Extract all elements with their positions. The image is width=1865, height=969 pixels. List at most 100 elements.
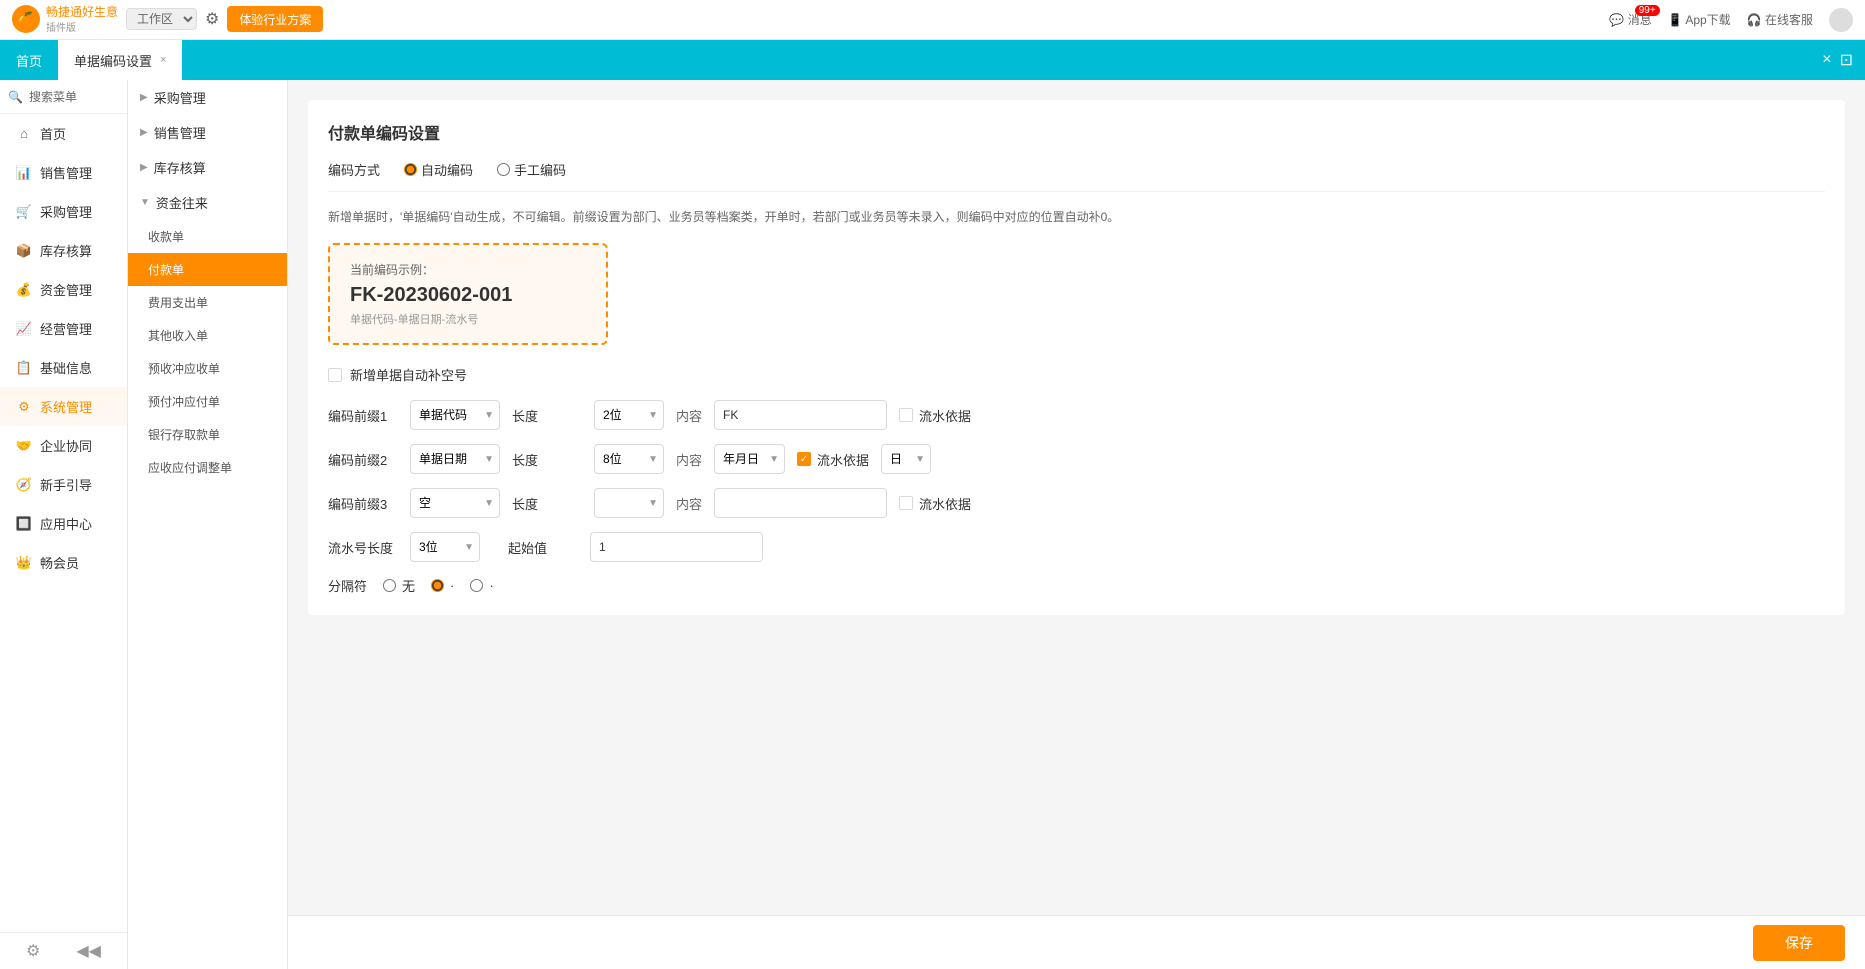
- sidebar-item-member[interactable]: 👑 畅会员: [0, 543, 127, 582]
- nav-tab-actions: × ⊡: [1822, 50, 1865, 70]
- sidebar-item-inventory[interactable]: 📦 库存核算: [0, 231, 127, 270]
- sidebar-item-purchase[interactable]: 🛒 采购管理: [0, 192, 127, 231]
- logo-text: 畅捷通好生意 插件版: [46, 5, 118, 34]
- settings-footer-button[interactable]: ⚙: [26, 941, 40, 961]
- message-button[interactable]: 💬 消息 99+: [1609, 11, 1651, 28]
- home-icon: ⌂: [16, 126, 32, 142]
- encoding-method-row: 编码方式 自动编码 手工编码: [328, 160, 1825, 192]
- serial1-checkbox-box[interactable]: [899, 408, 913, 422]
- chevron-sales: ▶: [140, 127, 148, 138]
- content2-select[interactable]: 年月日 年月 年: [714, 444, 785, 474]
- app-download-button[interactable]: 📱 App下载: [1668, 11, 1731, 28]
- sep-dot-radio[interactable]: ·: [470, 578, 493, 593]
- serial3-checkbox-box[interactable]: [899, 496, 913, 510]
- logo: 🍊 畅捷通好生意 插件版: [12, 5, 118, 34]
- auto-fill-checkbox[interactable]: [328, 368, 342, 382]
- menu-item-prepay-receive[interactable]: 预收冲应收单: [128, 352, 287, 385]
- menu-item-bank-deposit[interactable]: 银行存取款单: [128, 418, 287, 451]
- left-sidebar: 🔍 搜索菜单 ⌂ 首页 📊 销售管理 🛒 采购管理 📦 库存核算 💰 资金管理 …: [0, 80, 128, 969]
- finance-icon: 💰: [16, 282, 32, 298]
- sidebar-item-operation[interactable]: 📈 经营管理: [0, 309, 127, 348]
- separator-row: 分隔符 无 · ·: [328, 576, 1825, 595]
- menu-item-payable-adjust[interactable]: 应收应付调整单: [128, 451, 287, 484]
- user-avatar[interactable]: [1829, 8, 1853, 32]
- serial2-period-wrapper: 日 月 年 ▼: [881, 444, 931, 474]
- prefix3-row: 编码前缀3 单据代码 单据日期 空 部门 业务员 ▼ 长度: [328, 488, 1825, 518]
- length3-select[interactable]: [594, 488, 664, 518]
- logo-icon: 🍊: [12, 5, 40, 33]
- menu-item-prepay-pay[interactable]: 预付冲应付单: [128, 385, 287, 418]
- preview-value: FK-20230602-001: [350, 284, 586, 307]
- serial1-checkbox[interactable]: 流水依据: [899, 406, 971, 425]
- save-button[interactable]: 保存: [1753, 925, 1845, 961]
- page-title: 付款单编码设置: [328, 120, 1825, 144]
- sidebar-item-finance[interactable]: 💰 资金管理: [0, 270, 127, 309]
- menu-group-warehouse-title[interactable]: ▶ 库存核算: [128, 150, 287, 185]
- serial2-checkbox[interactable]: ✓ 流水依据: [797, 450, 869, 469]
- content1-input[interactable]: [714, 400, 887, 430]
- member-icon: 👑: [16, 555, 32, 571]
- settings-icon[interactable]: ⚙: [205, 9, 219, 29]
- prefix1-select[interactable]: 单据代码 单据日期 空 部门 业务员: [410, 400, 500, 430]
- tab-close-icon[interactable]: ×: [160, 54, 166, 66]
- manual-encode-radio[interactable]: 手工编码: [497, 160, 566, 179]
- sidebar-item-sales[interactable]: 📊 销售管理: [0, 153, 127, 192]
- menu-group-warehouse: ▶ 库存核算: [128, 150, 287, 185]
- menu-group-sales: ▶ 销售管理: [128, 115, 287, 150]
- serial-length-select[interactable]: 3位 4位 5位 6位: [410, 532, 480, 562]
- menu-item-payment[interactable]: 付款单: [128, 253, 287, 286]
- sidebar-item-basic[interactable]: 📋 基础信息: [0, 348, 127, 387]
- length1-select-wrapper: 2位 4位 6位 ▼: [594, 400, 664, 430]
- window-maximize-button[interactable]: ⊡: [1840, 50, 1853, 70]
- basic-icon: 📋: [16, 360, 32, 376]
- content3-input[interactable]: [714, 488, 887, 518]
- chevron-purchase: ▶: [140, 92, 148, 103]
- menu-item-other-income[interactable]: 其他收入单: [128, 319, 287, 352]
- collapse-button[interactable]: ◀◀: [76, 941, 101, 961]
- menu-group-capital-title[interactable]: ▼ 资金往来: [128, 185, 287, 220]
- workspace-select[interactable]: 工作区: [126, 8, 197, 30]
- prefix2-row: 编码前缀2 单据代码 单据日期 空 部门 业务员 ▼ 长度: [328, 444, 1825, 474]
- menu-group-purchase-title[interactable]: ▶ 采购管理: [128, 80, 287, 115]
- length3-select-wrapper: ▼: [594, 488, 664, 518]
- tab-setting[interactable]: 单据编码设置 ×: [58, 40, 182, 80]
- prefix2-select[interactable]: 单据代码 单据日期 空 部门 业务员: [410, 444, 500, 474]
- start-value-input[interactable]: [590, 532, 763, 562]
- length1-select[interactable]: 2位 4位 6位: [594, 400, 664, 430]
- menu-item-expense[interactable]: 费用支出单: [128, 286, 287, 319]
- prefix3-select[interactable]: 单据代码 单据日期 空 部门 业务员: [410, 488, 500, 518]
- length2-select[interactable]: 8位 6位 4位: [594, 444, 664, 474]
- menu-item-receipt[interactable]: 收款单: [128, 220, 287, 253]
- trial-button[interactable]: 体验行业方案: [227, 6, 323, 32]
- serial2-period-select[interactable]: 日 月 年: [881, 444, 931, 474]
- purchase-icon: 🛒: [16, 204, 32, 220]
- app-icon: 🔲: [16, 516, 32, 532]
- serial2-checkbox-box[interactable]: ✓: [797, 452, 811, 466]
- length2-select-wrapper: 8位 6位 4位 ▼: [594, 444, 664, 474]
- online-service-button[interactable]: 🎧 在线客服: [1747, 11, 1813, 28]
- sidebar-item-enterprise[interactable]: 🤝 企业协同: [0, 426, 127, 465]
- serial3-checkbox[interactable]: 流水依据: [899, 494, 971, 513]
- menu-group-sales-title[interactable]: ▶ 销售管理: [128, 115, 287, 150]
- auto-encode-radio[interactable]: 自动编码: [404, 160, 473, 179]
- window-close-button[interactable]: ×: [1822, 51, 1831, 69]
- sidebar-item-guide[interactable]: 🧭 新手引导: [0, 465, 127, 504]
- prefix1-select-wrapper: 单据代码 单据日期 空 部门 业务员 ▼: [410, 400, 500, 430]
- guide-icon: 🧭: [16, 477, 32, 493]
- sidebar-item-app[interactable]: 🔲 应用中心: [0, 504, 127, 543]
- sidebar-item-home[interactable]: ⌂ 首页: [0, 114, 127, 153]
- settings-card: 付款单编码设置 编码方式 自动编码 手工编码 新增单据时，'单据编码'自动生成，…: [308, 100, 1845, 615]
- main-content: 付款单编码设置 编码方式 自动编码 手工编码 新增单据时，'单据编码'自动生成，…: [288, 80, 1865, 915]
- sep-dash-radio[interactable]: ·: [431, 578, 454, 593]
- sep-none-radio[interactable]: 无: [383, 576, 415, 595]
- chevron-capital: ▼: [140, 197, 150, 208]
- tab-home[interactable]: 首页: [0, 40, 58, 80]
- menu-group-purchase: ▶ 采购管理: [128, 80, 287, 115]
- top-bar-controls: 工作区 ⚙ 体验行业方案: [126, 6, 323, 32]
- content2-select-wrapper: 年月日 年月 年 ▼: [714, 444, 785, 474]
- sidebar-item-system[interactable]: ⚙ 系统管理: [0, 387, 127, 426]
- top-bar: 🍊 畅捷通好生意 插件版 工作区 ⚙ 体验行业方案 💬 消息 99+ 📱 App…: [0, 0, 1865, 40]
- search-menu[interactable]: 🔍 搜索菜单: [0, 80, 127, 114]
- second-sidebar: ▶ 采购管理 ▶ 销售管理 ▶ 库存核算 ▼ 资金往来 收款单 付款单 费用支出…: [128, 80, 288, 969]
- enterprise-icon: 🤝: [16, 438, 32, 454]
